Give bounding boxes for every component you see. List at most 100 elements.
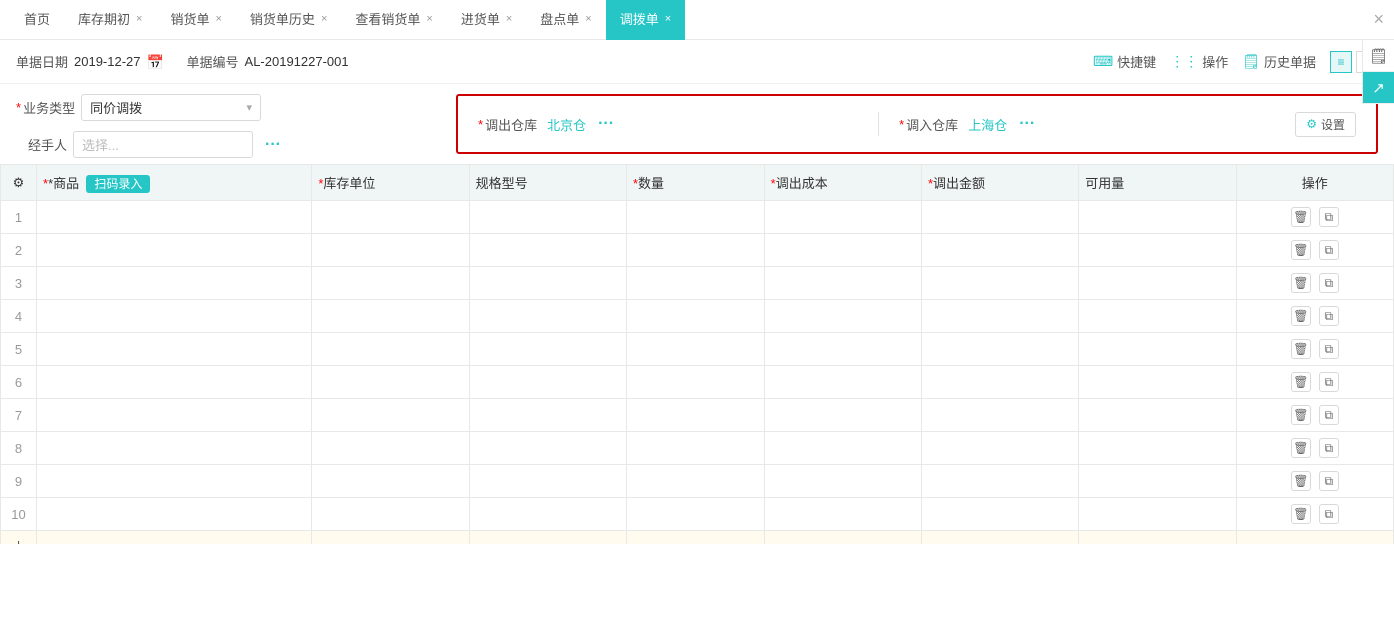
unit-cell-2[interactable] xyxy=(312,234,469,267)
amount-cell-8[interactable] xyxy=(921,432,1078,465)
business-type-select[interactable]: 同价调拨 ▾ xyxy=(81,94,261,121)
close-window[interactable]: × xyxy=(1373,9,1384,30)
product-cell-9[interactable] xyxy=(37,465,312,498)
delete-icon-4[interactable]: 🗑 xyxy=(1291,306,1311,326)
warehouse-in-more-btn[interactable]: ··· xyxy=(1019,115,1035,133)
unit-cell-7[interactable] xyxy=(312,399,469,432)
cost-cell-3[interactable] xyxy=(764,267,921,300)
qty-cell-10[interactable] xyxy=(626,498,764,531)
delete-icon-5[interactable]: 🗑 xyxy=(1291,339,1311,359)
close-tab-purchase[interactable]: × xyxy=(506,13,512,25)
unit-cell-8[interactable] xyxy=(312,432,469,465)
unit-cell-10[interactable] xyxy=(312,498,469,531)
delete-icon-7[interactable]: 🗑 xyxy=(1291,405,1311,425)
spec-cell-4[interactable] xyxy=(469,300,626,333)
unit-cell-1[interactable] xyxy=(312,201,469,234)
copy-icon-7[interactable]: ⧉ xyxy=(1319,405,1339,425)
spec-cell-11[interactable] xyxy=(469,531,626,545)
cost-cell-6[interactable] xyxy=(764,366,921,399)
product-cell-4[interactable] xyxy=(37,300,312,333)
history-btn[interactable]: 🗒 历史单据 xyxy=(1242,52,1316,71)
cost-cell-2[interactable] xyxy=(764,234,921,267)
warehouse-out-value[interactable]: 北京仓 xyxy=(547,115,586,134)
cost-cell-1[interactable] xyxy=(764,201,921,234)
copy-icon-6[interactable]: ⧉ xyxy=(1319,372,1339,392)
cost-cell-9[interactable] xyxy=(764,465,921,498)
qty-cell-8[interactable] xyxy=(626,432,764,465)
close-tab-sales-history[interactable]: × xyxy=(321,13,327,25)
tab-sales-history[interactable]: 销货单历史 × xyxy=(236,0,341,40)
amount-cell-3[interactable] xyxy=(921,267,1078,300)
note-panel-btn[interactable]: 🗒 xyxy=(1363,40,1394,72)
product-cell-1[interactable] xyxy=(37,201,312,234)
product-cell-2[interactable] xyxy=(37,234,312,267)
unit-cell-3[interactable] xyxy=(312,267,469,300)
delete-icon-10[interactable]: 🗑 xyxy=(1291,504,1311,524)
tab-stocktake[interactable]: 盘点单 × xyxy=(526,0,605,40)
unit-cell-6[interactable] xyxy=(312,366,469,399)
amount-cell-5[interactable] xyxy=(921,333,1078,366)
amount-cell-7[interactable] xyxy=(921,399,1078,432)
unit-cell-11[interactable] xyxy=(312,531,469,545)
date-value[interactable]: 2019-12-27 xyxy=(74,54,141,69)
cost-cell-8[interactable] xyxy=(764,432,921,465)
tab-transfer[interactable]: 调拨单 × xyxy=(606,0,685,40)
handler-more-btn[interactable]: ··· xyxy=(265,136,281,154)
delete-icon-6[interactable]: 🗑 xyxy=(1291,372,1311,392)
copy-icon-3[interactable]: ⧉ xyxy=(1319,273,1339,293)
qty-cell-7[interactable] xyxy=(626,399,764,432)
qty-cell-4[interactable] xyxy=(626,300,764,333)
delete-icon-9[interactable]: 🗑 xyxy=(1291,471,1311,491)
close-tab-stocktake[interactable]: × xyxy=(585,13,591,25)
qty-cell-5[interactable] xyxy=(626,333,764,366)
product-cell-8[interactable] xyxy=(37,432,312,465)
amount-cell-9[interactable] xyxy=(921,465,1078,498)
amount-cell-4[interactable] xyxy=(921,300,1078,333)
delete-icon-3[interactable]: 🗑 xyxy=(1291,273,1311,293)
export-panel-btn[interactable]: ↗ xyxy=(1363,72,1394,104)
spec-cell-3[interactable] xyxy=(469,267,626,300)
copy-icon-8[interactable]: ⧉ xyxy=(1319,438,1339,458)
tab-home[interactable]: 首页 xyxy=(10,0,64,40)
warehouse-out-more-btn[interactable]: ··· xyxy=(598,115,614,133)
calendar-icon[interactable]: 📅 xyxy=(147,54,163,70)
copy-icon-4[interactable]: ⧉ xyxy=(1319,306,1339,326)
handler-select[interactable]: 选择... xyxy=(73,131,253,158)
product-cell-3[interactable] xyxy=(37,267,312,300)
close-tab-view-sales[interactable]: × xyxy=(426,13,432,25)
spec-cell-1[interactable] xyxy=(469,201,626,234)
spec-cell-10[interactable] xyxy=(469,498,626,531)
col-gear[interactable]: ⚙ xyxy=(1,165,37,201)
amount-cell-2[interactable] xyxy=(921,234,1078,267)
delete-icon-2[interactable]: 🗑 xyxy=(1291,240,1311,260)
qty-cell-2[interactable] xyxy=(626,234,764,267)
unit-cell-5[interactable] xyxy=(312,333,469,366)
warehouse-in-value[interactable]: 上海仓 xyxy=(968,115,1007,134)
shortcuts-btn[interactable]: ⌨ 快捷键 xyxy=(1093,52,1156,71)
actions-btn[interactable]: ⋮⋮ 操作 xyxy=(1170,52,1228,71)
amount-cell-6[interactable] xyxy=(921,366,1078,399)
cost-cell-4[interactable] xyxy=(764,300,921,333)
product-cell-6[interactable] xyxy=(37,366,312,399)
spec-cell-6[interactable] xyxy=(469,366,626,399)
delete-icon-1[interactable]: 🗑 xyxy=(1291,207,1311,227)
tab-inventory-init[interactable]: 库存期初 × xyxy=(64,0,156,40)
copy-icon-10[interactable]: ⧉ xyxy=(1319,504,1339,524)
close-tab-inventory-init[interactable]: × xyxy=(136,13,142,25)
product-cell-5[interactable] xyxy=(37,333,312,366)
unit-cell-9[interactable] xyxy=(312,465,469,498)
copy-icon-1[interactable]: ⧉ xyxy=(1319,207,1339,227)
cost-cell-10[interactable] xyxy=(764,498,921,531)
scan-btn[interactable]: 扫码录入 xyxy=(86,175,150,193)
tab-sales[interactable]: 销货单 × xyxy=(156,0,235,40)
qty-cell-6[interactable] xyxy=(626,366,764,399)
qty-cell-1[interactable] xyxy=(626,201,764,234)
qty-cell-9[interactable] xyxy=(626,465,764,498)
cost-cell-7[interactable] xyxy=(764,399,921,432)
product-cell-11[interactable] xyxy=(37,531,312,545)
copy-icon-5[interactable]: ⧉ xyxy=(1319,339,1339,359)
close-tab-sales[interactable]: × xyxy=(215,13,221,25)
spec-cell-9[interactable] xyxy=(469,465,626,498)
layout-list[interactable]: ≡ xyxy=(1330,51,1352,73)
spec-cell-2[interactable] xyxy=(469,234,626,267)
